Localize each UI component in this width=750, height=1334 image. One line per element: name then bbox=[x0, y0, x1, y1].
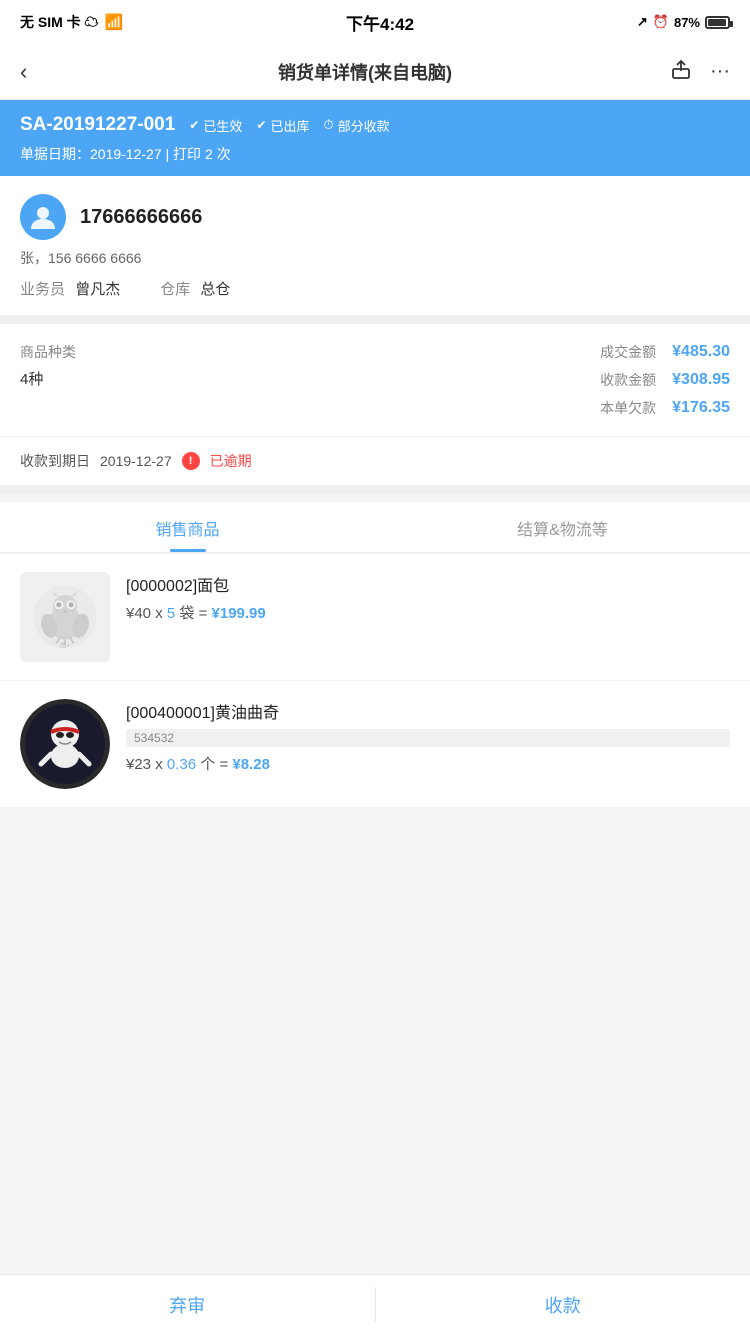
product-2-qty: 0.36 bbox=[167, 756, 196, 773]
trading-amount-row: 成交金额 ¥485.30 bbox=[600, 342, 730, 362]
nav-actions: ··· bbox=[670, 58, 730, 86]
tab-sales-products-label: 销售商品 bbox=[155, 522, 219, 539]
svg-text:图+: 图+ bbox=[60, 643, 70, 650]
order-date-row: 单据日期：2019-12-27 | 打印 2 次 bbox=[20, 144, 730, 164]
product-1-qty: 5 bbox=[167, 605, 175, 622]
divider-2 bbox=[0, 486, 750, 494]
product-2-total: ¥8.28 bbox=[232, 756, 270, 773]
product-1-name: [0000002]面包 bbox=[126, 572, 730, 596]
product-item-1: 图+ [0000002]面包 ¥40 x 5 袋 = ¥199.99 bbox=[0, 554, 750, 681]
product-1-info: [0000002]面包 ¥40 x 5 袋 = ¥199.99 bbox=[126, 572, 730, 623]
battery-icon bbox=[705, 16, 730, 29]
due-date-section: 收款到期日 2019-12-27 ! 已逾期 bbox=[0, 437, 750, 486]
summary-section: 商品种类 4种 成交金额 ¥485.30 收款金额 ¥308.95 本单欠款 ¥… bbox=[0, 324, 750, 437]
wifi-icon: 📶 bbox=[105, 13, 124, 31]
status-left: 无 SIM 卡 ☁ 📶 bbox=[20, 12, 123, 32]
battery-percent: 87% bbox=[674, 15, 700, 30]
owed-amount-row: 本单欠款 ¥176.35 bbox=[600, 398, 730, 418]
share-icon[interactable] bbox=[670, 58, 692, 86]
product-2-thumbnail bbox=[20, 699, 110, 789]
product-2-tag: 534532 bbox=[126, 729, 730, 747]
product-1-multiply: x bbox=[155, 605, 167, 622]
spacer-bottom bbox=[0, 808, 750, 878]
product-types-value: 4种 bbox=[20, 368, 76, 389]
products-section: 图+ [0000002]面包 ¥40 x 5 袋 = ¥199.99 bbox=[0, 554, 750, 808]
warehouse-label: 仓库 bbox=[160, 281, 190, 298]
sim-label: 无 SIM 卡 ☁ bbox=[20, 12, 99, 32]
due-date-value: 2019-12-27 bbox=[100, 453, 172, 469]
product-1-price: ¥40 bbox=[126, 605, 151, 622]
badge-partial-payment: 部分收款 bbox=[323, 116, 389, 135]
order-header: SA-20191227-001 已生效 已出库 部分收款 单据日期：2019-1… bbox=[0, 100, 750, 176]
order-print-label: | 打印 bbox=[162, 146, 205, 162]
cancel-button[interactable]: 弃审 bbox=[0, 1275, 375, 1334]
product-2-multiply: x bbox=[155, 756, 167, 773]
bottom-bar: 弃审 收款 bbox=[0, 1274, 750, 1334]
tab-settlement-label: 结算&物流等 bbox=[517, 522, 608, 539]
customer-section: 17666666666 张，156 6666 6666 业务员 曾凡杰 仓库 总… bbox=[0, 176, 750, 316]
owed-amount-value: ¥176.35 bbox=[672, 399, 730, 417]
tab-settlement[interactable]: 结算&物流等 bbox=[375, 502, 750, 552]
product-item-2: [000400001]黄油曲奇 534532 ¥23 x 0.36 个 = ¥8… bbox=[0, 681, 750, 808]
divider-1 bbox=[0, 316, 750, 324]
customer-phone: 17666666666 bbox=[80, 206, 202, 229]
order-print-unit: 次 bbox=[213, 146, 231, 162]
status-bar: 无 SIM 卡 ☁ 📶 下午4:42 ↗ ⏰ 87% bbox=[0, 0, 750, 44]
sales-person-label: 业务员 bbox=[20, 281, 65, 298]
status-time: 下午4:42 bbox=[346, 10, 414, 35]
warehouse-value: 总仓 bbox=[200, 281, 230, 298]
product-2-name: [000400001]黄油曲奇 bbox=[126, 699, 730, 723]
nav-bar: ‹ 销货单详情(来自电脑) ··· bbox=[0, 44, 750, 100]
confirm-button[interactable]: 收款 bbox=[376, 1275, 750, 1334]
order-date: 2019-12-27 bbox=[90, 146, 162, 162]
trading-amount-label: 成交金额 bbox=[600, 342, 656, 362]
avatar bbox=[20, 194, 66, 240]
customer-top: 17666666666 bbox=[20, 194, 730, 240]
received-amount-row: 收款金额 ¥308.95 bbox=[600, 370, 730, 390]
product-1-thumbnail: 图+ bbox=[20, 572, 110, 662]
badge-shipped: 已出库 bbox=[256, 116, 309, 135]
location-icon: ↗ bbox=[637, 14, 648, 30]
summary-left: 商品种类 4种 bbox=[20, 342, 76, 389]
trading-amount-value: ¥485.30 bbox=[672, 343, 730, 361]
due-date-label: 收款到期日 bbox=[20, 451, 90, 471]
badge-effective: 已生效 bbox=[189, 116, 242, 135]
sales-person-field: 业务员 曾凡杰 bbox=[20, 278, 120, 299]
order-id-row: SA-20191227-001 已生效 已出库 部分收款 bbox=[20, 114, 730, 136]
overdue-text: 已逾期 bbox=[210, 451, 252, 471]
order-id: SA-20191227-001 bbox=[20, 114, 175, 136]
product-1-total: ¥199.99 bbox=[212, 605, 266, 622]
page-title: 销货单详情(来自电脑) bbox=[278, 59, 452, 85]
order-print-count: 2 bbox=[205, 146, 213, 162]
tabs-section: 销售商品 结算&物流等 bbox=[0, 502, 750, 554]
summary-right: 成交金额 ¥485.30 收款金额 ¥308.95 本单欠款 ¥176.35 bbox=[600, 342, 730, 418]
received-amount-value: ¥308.95 bbox=[672, 371, 730, 389]
product-2-image bbox=[20, 699, 110, 789]
received-amount-label: 收款金额 bbox=[600, 370, 656, 390]
product-2-unit: 个 bbox=[200, 756, 215, 773]
sales-person-value: 曾凡杰 bbox=[75, 281, 120, 298]
product-1-price-row: ¥40 x 5 袋 = ¥199.99 bbox=[126, 602, 730, 623]
product-1-equals: = bbox=[199, 605, 212, 622]
product-types-label: 商品种类 bbox=[20, 342, 76, 362]
more-icon[interactable]: ··· bbox=[710, 60, 730, 83]
tab-sales-products[interactable]: 销售商品 bbox=[0, 502, 375, 552]
status-right: ↗ ⏰ 87% bbox=[637, 14, 730, 30]
overdue-icon: ! bbox=[182, 452, 200, 470]
back-button[interactable]: ‹ bbox=[20, 59, 60, 85]
product-2-info: [000400001]黄油曲奇 534532 ¥23 x 0.36 个 = ¥8… bbox=[126, 699, 730, 774]
product-2-equals: = bbox=[219, 756, 232, 773]
product-1-unit: 袋 bbox=[179, 605, 194, 622]
product-2-price-row: ¥23 x 0.36 个 = ¥8.28 bbox=[126, 753, 730, 774]
customer-meta: 业务员 曾凡杰 仓库 总仓 bbox=[20, 278, 730, 299]
product-2-price: ¥23 bbox=[126, 756, 151, 773]
warehouse-field: 仓库 总仓 bbox=[160, 278, 230, 299]
alarm-icon: ⏰ bbox=[653, 14, 669, 30]
owed-amount-label: 本单欠款 bbox=[600, 398, 656, 418]
order-date-label: 单据日期： bbox=[20, 146, 90, 162]
customer-info: 张，156 6666 6666 bbox=[20, 248, 730, 268]
